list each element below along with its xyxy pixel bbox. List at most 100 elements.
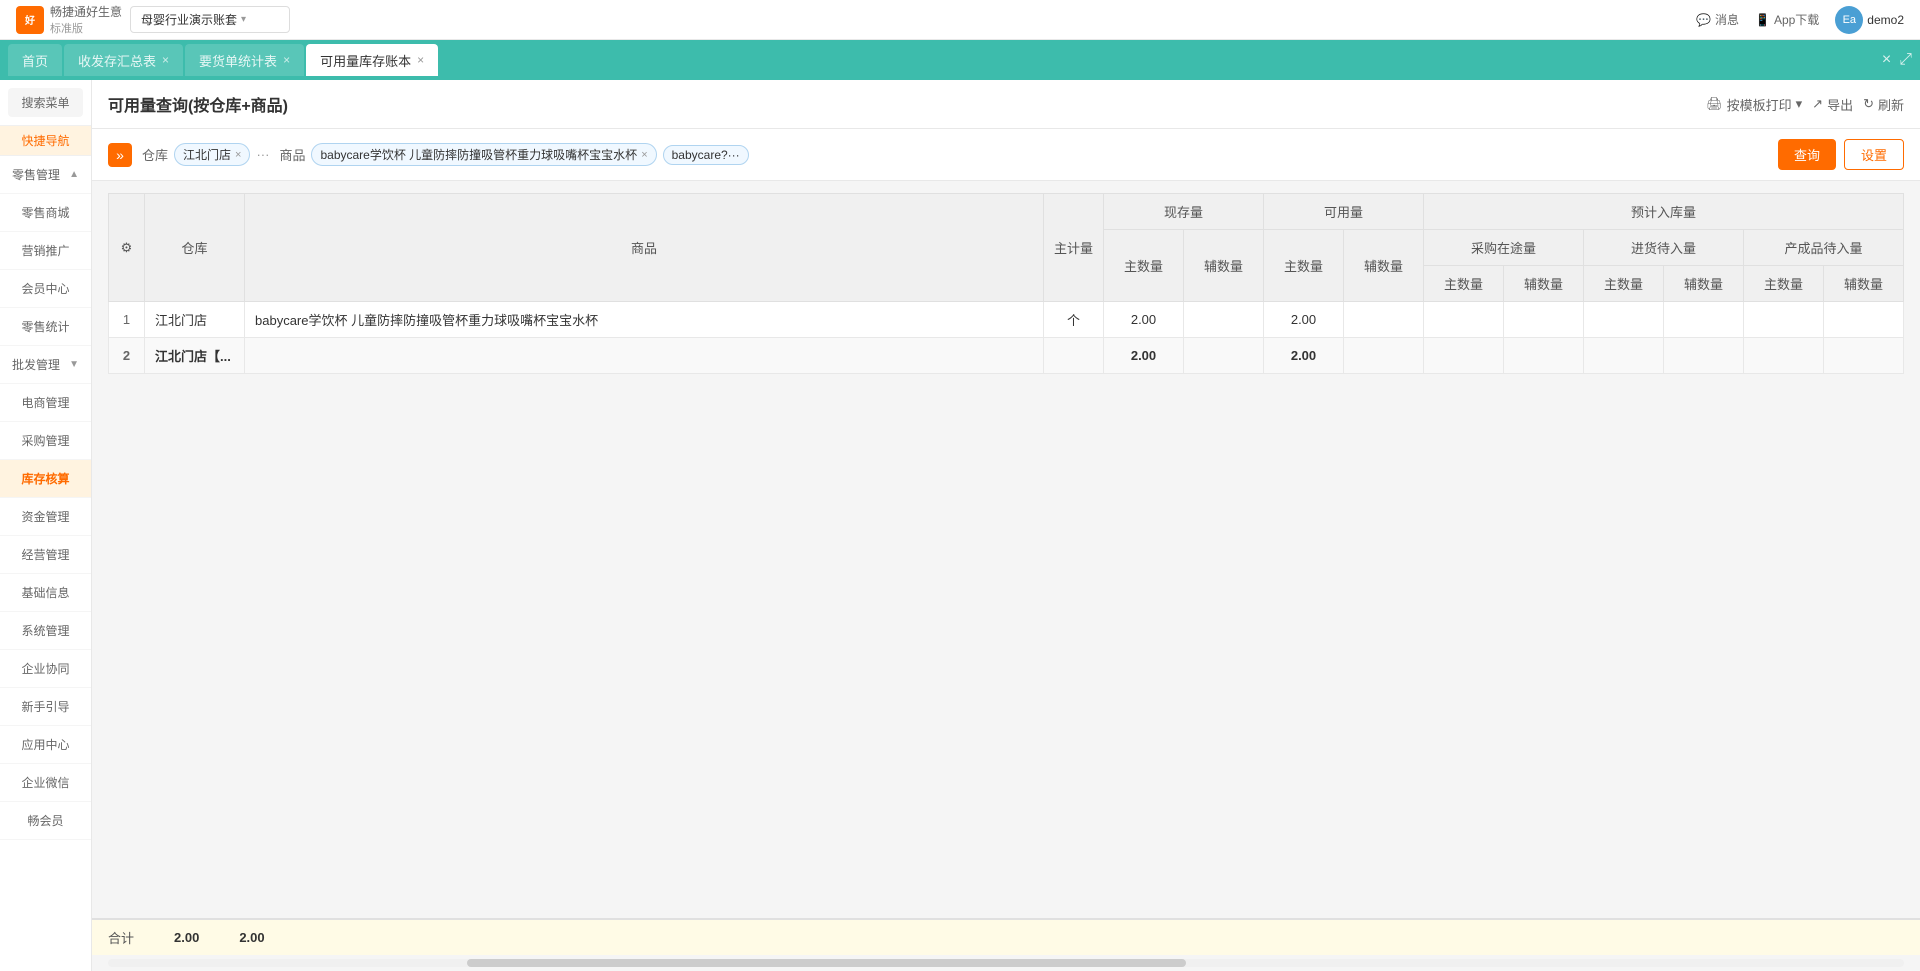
tab-available-inventory[interactable]: 可用量库存账本 × — [306, 44, 438, 76]
warehouse-tag-close-icon[interactable]: × — [235, 149, 241, 161]
sidebar-item-inventory-check[interactable]: 库存核算 — [0, 460, 91, 498]
row-2-ip-aux — [1664, 338, 1744, 374]
tab-expand-icon[interactable]: ⤢ — [1899, 51, 1912, 69]
row-1-pp-aux — [1824, 302, 1904, 338]
row-1-ip-main — [1584, 302, 1664, 338]
row-2-pt-aux — [1504, 338, 1584, 374]
sidebar-item-app-center[interactable]: 应用中心 — [0, 726, 91, 764]
filter-actions: 查询 设置 — [1778, 139, 1904, 170]
sidebar-item-ecommerce-mgmt[interactable]: 电商管理 — [0, 384, 91, 422]
message-label: 消息 — [1715, 11, 1739, 28]
sidebar-item-member-center-label: 会员中心 — [21, 280, 69, 297]
logo-text: 畅捷通好生意 — [50, 3, 122, 20]
edition-tag: 标准版 — [50, 20, 122, 36]
query-button[interactable]: 查询 — [1778, 139, 1836, 170]
sidebar-item-finance-mgmt-label: 资金管理 — [21, 508, 69, 525]
org-selector[interactable]: 母婴行业演示账套 ▾ — [130, 6, 290, 33]
row-2-avail-aux — [1344, 338, 1424, 374]
refresh-button[interactable]: ↻ 刷新 — [1863, 95, 1904, 114]
gear-icon[interactable]: ⚙ — [121, 240, 133, 255]
sidebar-item-operations-mgmt[interactable]: 经营管理 — [0, 536, 91, 574]
summary-stock-main: 2.00 — [174, 930, 199, 945]
row-2-pp-main — [1744, 338, 1824, 374]
th-incoming-aux: 辅数量 — [1664, 266, 1744, 302]
sidebar-item-new-guide[interactable]: 新手引导 — [0, 688, 91, 726]
th-current-stock: 现存量 — [1104, 194, 1264, 230]
tab-collect-pay-label: 收发存汇总表 — [78, 51, 156, 70]
page-title: 可用量查询(按仓库+商品) — [108, 92, 288, 116]
th-product-main: 主数量 — [1744, 266, 1824, 302]
sidebar-item-purchase-mgmt[interactable]: 采购管理 — [0, 422, 91, 460]
th-product-pending: 产成品待入量 — [1744, 230, 1904, 266]
product-filter-label: 商品 — [279, 145, 305, 164]
sidebar-item-system-mgmt-label: 系统管理 — [21, 622, 69, 639]
sidebar-item-member-vip[interactable]: 畅会员 — [0, 802, 91, 840]
horizontal-scrollbar-thumb[interactable] — [467, 959, 1185, 967]
sidebar-item-retail-mgmt[interactable]: 零售管理 ▲ — [0, 156, 91, 194]
export-button[interactable]: ↗ 导出 — [1812, 95, 1853, 114]
phone-icon: 📱 — [1755, 13, 1770, 27]
warehouse-filter-label: 仓库 — [142, 145, 168, 164]
row-1-avail-main: 2.00 — [1264, 302, 1344, 338]
content-area: 可用量查询(按仓库+商品) 🖨 按模板打印 ▾ ↗ 导出 ↻ 刷新 » — [92, 80, 1920, 971]
th-planned-in: 预计入库量 — [1424, 194, 1904, 230]
tab-available-inventory-close[interactable]: × — [417, 53, 424, 67]
sidebar: 搜索菜单 快捷导航 零售管理 ▲ 零售商城 营销推广 会员中心 零售统计 批发管… — [0, 80, 92, 971]
org-name: 母婴行业演示账套 — [141, 11, 237, 28]
sidebar-item-marketing[interactable]: 营销推广 — [0, 232, 91, 270]
user-initials: Ea — [1843, 14, 1856, 26]
product-filter-group: 商品 babycare学饮杯 儿童防摔防撞吸管杯重力球吸嘴杯宝宝水杯 × bab… — [279, 143, 748, 166]
logo-area: 好 畅捷通好生意 标准版 — [16, 3, 122, 36]
th-avail-aux: 辅数量 — [1344, 230, 1424, 302]
top-bar-right: 💬 消息 📱 App下载 Ea demo2 — [1696, 6, 1904, 34]
quick-nav-button[interactable]: 快捷导航 — [0, 126, 91, 156]
sidebar-item-retail-mall[interactable]: 零售商城 — [0, 194, 91, 232]
row-2-ip-main — [1584, 338, 1664, 374]
product-filter-tag-1: babycare学饮杯 儿童防摔防撞吸管杯重力球吸嘴杯宝宝水杯 × — [311, 143, 656, 166]
sidebar-item-enterprise-wechat[interactable]: 企业微信 — [0, 764, 91, 802]
sidebar-item-retail-stats[interactable]: 零售统计 — [0, 308, 91, 346]
th-avail-main: 主数量 — [1264, 230, 1344, 302]
message-action[interactable]: 💬 消息 — [1696, 11, 1739, 28]
summary-avail-main: 2.00 — [239, 930, 264, 945]
tab-order-stats-close[interactable]: × — [283, 53, 290, 67]
th-incoming-pending: 进货待入量 — [1584, 230, 1744, 266]
sidebar-item-wholesale-mgmt[interactable]: 批发管理 ▼ — [0, 346, 91, 384]
row-1-warehouse: 江北门店 — [145, 302, 245, 338]
sidebar-item-basic-info[interactable]: 基础信息 — [0, 574, 91, 612]
template-print-button[interactable]: 🖨 按模板打印 ▾ — [1706, 95, 1802, 114]
row-1-unit: 个 — [1043, 302, 1103, 338]
product-tag-1-close-icon[interactable]: × — [641, 149, 647, 161]
user-area[interactable]: Ea demo2 — [1835, 6, 1904, 34]
logo-icon: 好 — [16, 6, 44, 34]
row-1-stock-aux — [1184, 302, 1264, 338]
template-print-label: 按模板打印 — [1727, 95, 1792, 114]
tab-home[interactable]: 首页 — [8, 44, 62, 76]
row-1-pp-main — [1744, 302, 1824, 338]
main-layout: 搜索菜单 快捷导航 零售管理 ▲ 零售商城 营销推广 会员中心 零售统计 批发管… — [0, 80, 1920, 971]
app-download-action[interactable]: 📱 App下载 — [1755, 11, 1819, 28]
data-table: ⚙ 仓库 商品 主计量 现存量 可用量 预计入库量 主数量 辅数量 主数量 辅数… — [108, 193, 1904, 374]
sidebar-item-system-mgmt[interactable]: 系统管理 — [0, 612, 91, 650]
tab-collect-pay-close[interactable]: × — [162, 53, 169, 67]
filter-area: » 仓库 江北门店 × ··· 商品 babycare学饮杯 儿童防摔防撞吸管杯… — [92, 129, 1920, 181]
product-tag-1-value: babycare学饮杯 儿童防摔防撞吸管杯重力球吸嘴杯宝宝水杯 — [320, 146, 637, 163]
warehouse-more-icon[interactable]: ··· — [256, 147, 269, 162]
search-menu-button[interactable]: 搜索菜单 — [8, 88, 83, 117]
tab-close-all-icon[interactable]: × — [1882, 51, 1891, 69]
sidebar-item-finance-mgmt[interactable]: 资金管理 — [0, 498, 91, 536]
sidebar-item-member-center[interactable]: 会员中心 — [0, 270, 91, 308]
th-product-aux: 辅数量 — [1824, 266, 1904, 302]
tab-collect-pay[interactable]: 收发存汇总表 × — [64, 44, 183, 76]
expand-filter-button[interactable]: » — [108, 143, 132, 167]
setting-button[interactable]: 设置 — [1844, 139, 1904, 170]
sidebar-item-marketing-label: 营销推广 — [21, 242, 69, 259]
row-1-pt-main — [1424, 302, 1504, 338]
sidebar-item-enterprise-collab[interactable]: 企业协同 — [0, 650, 91, 688]
sidebar-item-retail-mgmt-label: 零售管理 — [12, 166, 60, 183]
print-icon: 🖨 — [1706, 96, 1723, 112]
horizontal-scrollbar-track[interactable] — [108, 959, 1904, 967]
tab-order-stats[interactable]: 要货单统计表 × — [185, 44, 304, 76]
table-container: ⚙ 仓库 商品 主计量 现存量 可用量 预计入库量 主数量 辅数量 主数量 辅数… — [92, 181, 1920, 918]
row-2-product — [245, 338, 1044, 374]
